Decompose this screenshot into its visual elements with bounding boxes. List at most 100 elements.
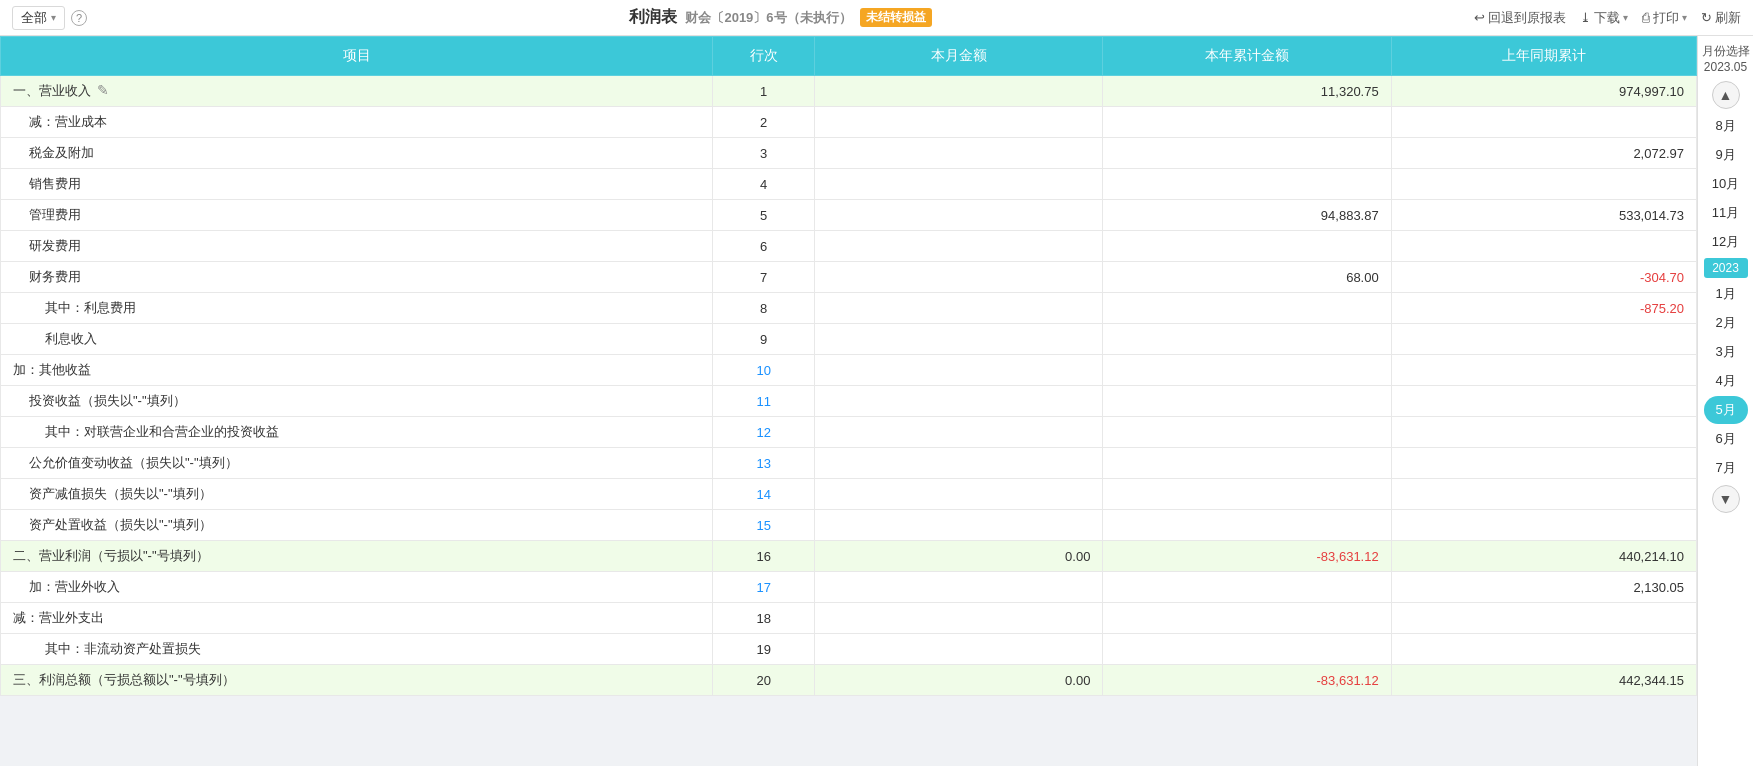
cell-row-number[interactable]: 12 — [713, 417, 815, 448]
month-down-button[interactable]: ▼ — [1712, 485, 1740, 513]
cell-current-month — [815, 510, 1103, 541]
cell-current-month — [815, 231, 1103, 262]
cell-item: 二、营业利润（亏损以"-"号填列） — [1, 541, 713, 572]
cell-item: 利息收入 — [1, 324, 713, 355]
cell-prior-ytd: 442,344.15 — [1391, 665, 1696, 696]
month-item-12月[interactable]: 12月 — [1704, 228, 1748, 256]
cell-row-number: 8 — [713, 293, 815, 324]
profit-table: 项目 行次 本月金额 本年累计金额 上年同期累计 一、营业收入✎111,320.… — [0, 36, 1697, 696]
help-icon[interactable]: ? — [71, 10, 87, 26]
table-row: 其中：利息费用8-875.20 — [1, 293, 1697, 324]
cell-item: 其中：非流动资产处置损失 — [1, 634, 713, 665]
cell-ytd: 94,883.87 — [1103, 200, 1391, 231]
month-item-3月[interactable]: 3月 — [1704, 338, 1748, 366]
cell-item: 销售费用 — [1, 169, 713, 200]
cell-ytd — [1103, 448, 1391, 479]
month-item-1月[interactable]: 1月 — [1704, 280, 1748, 308]
cell-ytd — [1103, 386, 1391, 417]
table-row: 投资收益（损失以"-"填列）11 — [1, 386, 1697, 417]
edit-icon[interactable]: ✎ — [97, 82, 109, 98]
table-row: 资产处置收益（损失以"-"填列）15 — [1, 510, 1697, 541]
cell-ytd: 68.00 — [1103, 262, 1391, 293]
print-icon: ⎙ — [1642, 10, 1650, 25]
cell-row-number: 19 — [713, 634, 815, 665]
cell-current-month — [815, 417, 1103, 448]
cell-prior-ytd — [1391, 324, 1696, 355]
cell-ytd — [1103, 479, 1391, 510]
cell-row-number: 20 — [713, 665, 815, 696]
cell-row-number[interactable]: 17 — [713, 572, 815, 603]
month-item-5月[interactable]: 5月 — [1704, 396, 1748, 424]
unsettle-badge[interactable]: 未结转损益 — [860, 8, 932, 27]
sidebar-title: 月份选择 — [1702, 44, 1750, 60]
download-icon: ⤓ — [1580, 10, 1591, 25]
cell-prior-ytd — [1391, 386, 1696, 417]
table-row: 税金及附加32,072.97 — [1, 138, 1697, 169]
cell-row-number: 18 — [713, 603, 815, 634]
table-row: 加：其他收益10 — [1, 355, 1697, 386]
dropdown-arrow-icon — [51, 12, 56, 23]
col-item-header: 项目 — [1, 37, 713, 76]
cell-prior-ytd — [1391, 603, 1696, 634]
cell-item: 加：其他收益 — [1, 355, 713, 386]
month-item-10月[interactable]: 10月 — [1704, 170, 1748, 198]
year-label[interactable]: 2023 — [1704, 258, 1748, 278]
return-label: 回退到原报表 — [1488, 9, 1566, 27]
cell-row-number[interactable]: 11 — [713, 386, 815, 417]
cell-ytd — [1103, 231, 1391, 262]
table-row: 加：营业外收入172,130.05 — [1, 572, 1697, 603]
month-up-button[interactable]: ▲ — [1712, 81, 1740, 109]
table-row: 其中：非流动资产处置损失19 — [1, 634, 1697, 665]
month-item-8月[interactable]: 8月 — [1704, 112, 1748, 140]
table-header-row: 项目 行次 本月金额 本年累计金额 上年同期累计 — [1, 37, 1697, 76]
category-label: 全部 — [21, 9, 47, 27]
table-row: 其中：对联营企业和合营企业的投资收益12 — [1, 417, 1697, 448]
table-row: 三、利润总额（亏损总额以"-"号填列）200.00-83,631.12442,3… — [1, 665, 1697, 696]
cell-ytd — [1103, 107, 1391, 138]
refresh-button[interactable]: ↻ 刷新 — [1701, 9, 1741, 27]
sidebar-header: 月份选择 2023.05 — [1702, 40, 1750, 79]
cell-ytd — [1103, 355, 1391, 386]
month-item-9月[interactable]: 9月 — [1704, 141, 1748, 169]
print-button[interactable]: ⎙ 打印 — [1642, 9, 1687, 27]
month-item-11月[interactable]: 11月 — [1704, 199, 1748, 227]
cell-prior-ytd — [1391, 107, 1696, 138]
cell-ytd — [1103, 634, 1391, 665]
sidebar-year: 2023.05 — [1702, 60, 1750, 76]
cell-ytd: 11,320.75 — [1103, 76, 1391, 107]
download-button[interactable]: ⤓ 下载 — [1580, 9, 1628, 27]
table-row: 利息收入9 — [1, 324, 1697, 355]
cell-prior-ytd — [1391, 417, 1696, 448]
cell-prior-ytd: 2,072.97 — [1391, 138, 1696, 169]
col-row-header: 行次 — [713, 37, 815, 76]
cell-current-month — [815, 386, 1103, 417]
col-ytd-header: 本年累计金额 — [1103, 37, 1391, 76]
month-item-7月[interactable]: 7月 — [1704, 454, 1748, 482]
cell-row-number[interactable]: 14 — [713, 479, 815, 510]
category-dropdown[interactable]: 全部 — [12, 6, 65, 30]
cell-prior-ytd — [1391, 169, 1696, 200]
cell-ytd: -83,631.12 — [1103, 665, 1391, 696]
print-arrow-icon — [1682, 12, 1687, 23]
cell-current-month: 0.00 — [815, 665, 1103, 696]
cell-current-month — [815, 262, 1103, 293]
cell-current-month — [815, 603, 1103, 634]
cell-current-month: 0.00 — [815, 541, 1103, 572]
report-title: 利润表 — [629, 7, 677, 28]
cell-row-number[interactable]: 15 — [713, 510, 815, 541]
return-icon: ↩ — [1474, 10, 1485, 25]
return-button[interactable]: ↩ 回退到原报表 — [1474, 9, 1566, 27]
month-item-4月[interactable]: 4月 — [1704, 367, 1748, 395]
table-row: 财务费用768.00-304.70 — [1, 262, 1697, 293]
month-item-6月[interactable]: 6月 — [1704, 425, 1748, 453]
cell-item: 减：营业成本 — [1, 107, 713, 138]
table-row: 一、营业收入✎111,320.75974,997.10 — [1, 76, 1697, 107]
cell-prior-ytd: -875.20 — [1391, 293, 1696, 324]
month-item-2月[interactable]: 2月 — [1704, 309, 1748, 337]
cell-row-number[interactable]: 13 — [713, 448, 815, 479]
cell-row-number[interactable]: 10 — [713, 355, 815, 386]
cell-row-number: 9 — [713, 324, 815, 355]
cell-item: 财务费用 — [1, 262, 713, 293]
top-bar: 全部 ? 利润表 财会〔2019〕6号（未执行） 未结转损益 ↩ 回退到原报表 … — [0, 0, 1753, 36]
cell-current-month — [815, 169, 1103, 200]
